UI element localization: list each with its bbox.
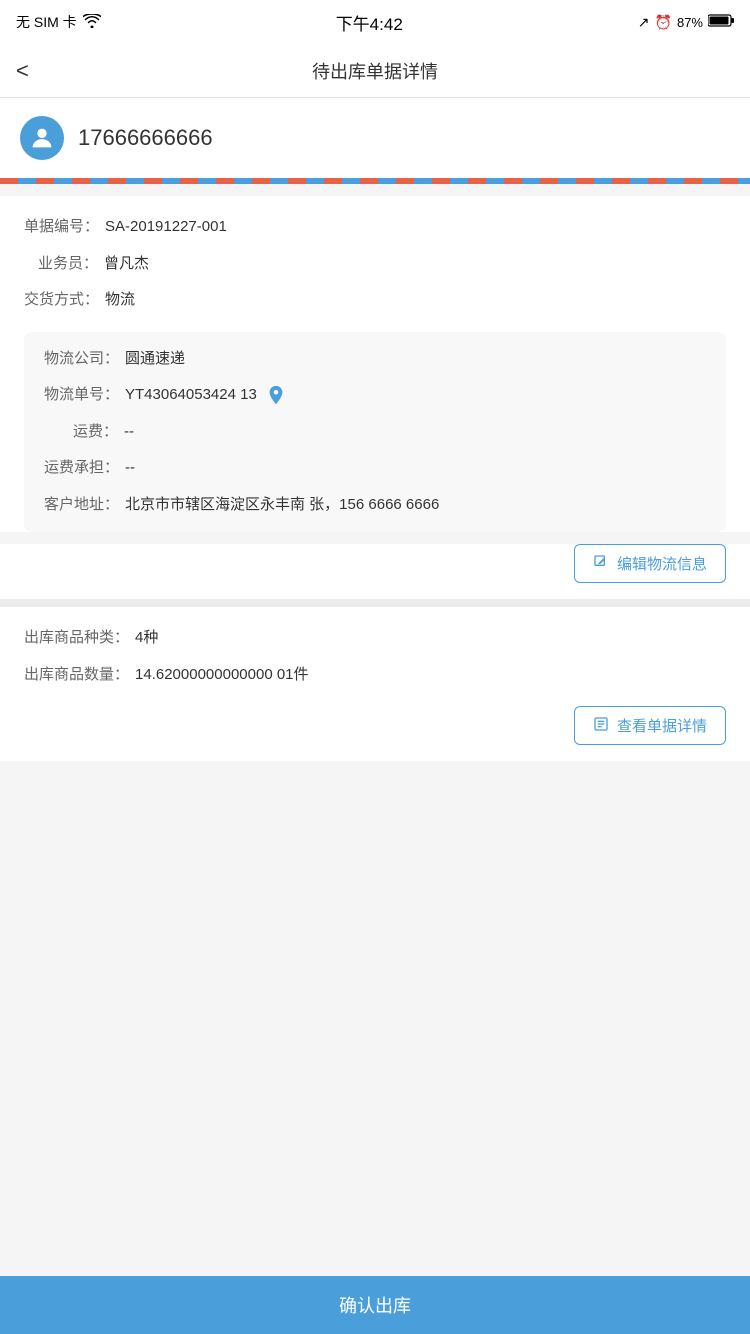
carrier-text: 无 SIM 卡	[16, 12, 77, 32]
staff-row: 业务员： 曾凡杰	[24, 253, 726, 276]
staff-label: 业务员：	[24, 253, 104, 276]
address-value: 北京市市辖区海淀区永丰南 张，156 6666 6666	[125, 494, 706, 517]
freight-label: 运费：	[44, 421, 124, 444]
product-type-row: 出库商品种类： 4种	[24, 627, 726, 650]
view-detail-label: 查看单据详情	[617, 715, 707, 736]
order-no-row: 单据编号： SA-20191227-001	[24, 216, 726, 239]
status-time: 下午4:42	[336, 10, 403, 35]
product-section: 出库商品种类： 4种 出库商品数量： 14.62000000000000 01件	[0, 607, 750, 706]
status-left: 无 SIM 卡	[16, 12, 101, 32]
status-bar: 无 SIM 卡 下午4:42 ↗ ⏰ 87%	[0, 0, 750, 44]
edit-btn-row: 编辑物流信息	[0, 544, 750, 599]
battery-text: 87%	[677, 15, 703, 30]
staff-value: 曾凡杰	[104, 253, 726, 276]
back-button[interactable]: <	[8, 50, 37, 92]
battery-icon	[708, 14, 734, 30]
wifi-icon	[83, 14, 101, 31]
user-avatar-icon	[28, 124, 56, 152]
edit-btn-label: 编辑物流信息	[617, 553, 707, 574]
tracking-label: 物流单号：	[44, 384, 125, 407]
freight-bearer-value: --	[125, 457, 706, 480]
edit-icon	[593, 554, 609, 574]
product-quantity-row: 出库商品数量： 14.62000000000000 01件	[24, 664, 726, 687]
logistics-card: 物流公司： 圆通速递 物流单号： YT43064053424 13 运费： --…	[24, 332, 726, 533]
address-row: 客户地址： 北京市市辖区海淀区永丰南 张，156 6666 6666	[44, 494, 706, 517]
tracking-location-icon[interactable]	[265, 384, 287, 406]
freight-bearer-row: 运费承担： --	[44, 457, 706, 480]
location-status-icon: ↗	[638, 14, 650, 31]
freight-value: --	[124, 421, 706, 444]
view-detail-row: 查看单据详情	[0, 706, 750, 761]
freight-row: 运费： --	[44, 421, 706, 444]
product-quantity-value: 14.62000000000000 01件	[135, 664, 726, 687]
freight-bearer-label: 运费承担：	[44, 457, 125, 480]
edit-logistics-button[interactable]: 编辑物流信息	[574, 544, 726, 583]
section-divider	[0, 599, 750, 607]
avatar	[20, 116, 64, 160]
delivery-label: 交货方式：	[24, 289, 105, 312]
company-value: 圆通速递	[125, 348, 706, 371]
product-quantity-label: 出库商品数量：	[24, 664, 135, 687]
customer-phone: 17666666666	[78, 125, 213, 151]
delivery-value: 物流	[105, 289, 726, 312]
bottom-spacer	[0, 761, 750, 961]
status-right: ↗ ⏰ 87%	[638, 14, 734, 31]
order-no-value: SA-20191227-001	[105, 216, 726, 239]
alarm-icon: ⏰	[655, 14, 672, 31]
company-label: 物流公司：	[44, 348, 125, 371]
tracking-value: YT43064053424 13	[125, 384, 706, 407]
view-detail-button[interactable]: 查看单据详情	[574, 706, 726, 745]
order-info-section: 单据编号： SA-20191227-001 业务员： 曾凡杰 交货方式： 物流	[0, 196, 750, 332]
confirm-btn-label: 确认出库	[339, 1296, 411, 1316]
confirm-btn-container[interactable]: 确认出库	[0, 1276, 750, 1334]
page-title: 待出库单据详情	[312, 58, 438, 84]
nav-bar: < 待出库单据详情	[0, 44, 750, 98]
customer-header: 17666666666	[0, 98, 750, 178]
dashed-separator	[0, 178, 750, 184]
delivery-row: 交货方式： 物流	[24, 289, 726, 312]
address-label: 客户地址：	[44, 494, 125, 517]
tracking-no-text: YT43064053424 13	[125, 384, 257, 407]
tracking-row: 物流单号： YT43064053424 13	[44, 384, 706, 407]
logistics-wrapper: 物流公司： 圆通速递 物流单号： YT43064053424 13 运费： --…	[0, 332, 750, 533]
company-row: 物流公司： 圆通速递	[44, 348, 706, 371]
order-no-label: 单据编号：	[24, 216, 105, 239]
detail-icon	[593, 716, 609, 736]
product-type-value: 4种	[135, 627, 726, 650]
product-type-label: 出库商品种类：	[24, 627, 135, 650]
